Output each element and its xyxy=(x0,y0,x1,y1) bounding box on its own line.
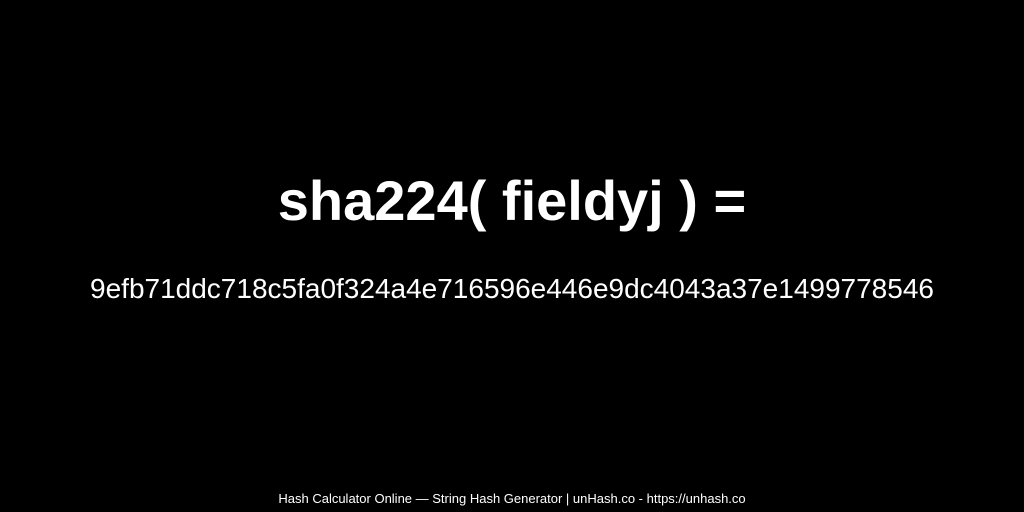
hash-output: 9efb71ddc718c5fa0f324a4e716596e446e9dc40… xyxy=(90,273,934,305)
footer: Hash Calculator Online — String Hash Gen… xyxy=(0,484,1024,512)
hash-expression: sha224( fieldyj ) = xyxy=(278,168,746,233)
main-content: sha224( fieldyj ) = 9efb71ddc718c5fa0f32… xyxy=(0,0,1024,472)
footer-text: Hash Calculator Online — String Hash Gen… xyxy=(278,491,745,506)
